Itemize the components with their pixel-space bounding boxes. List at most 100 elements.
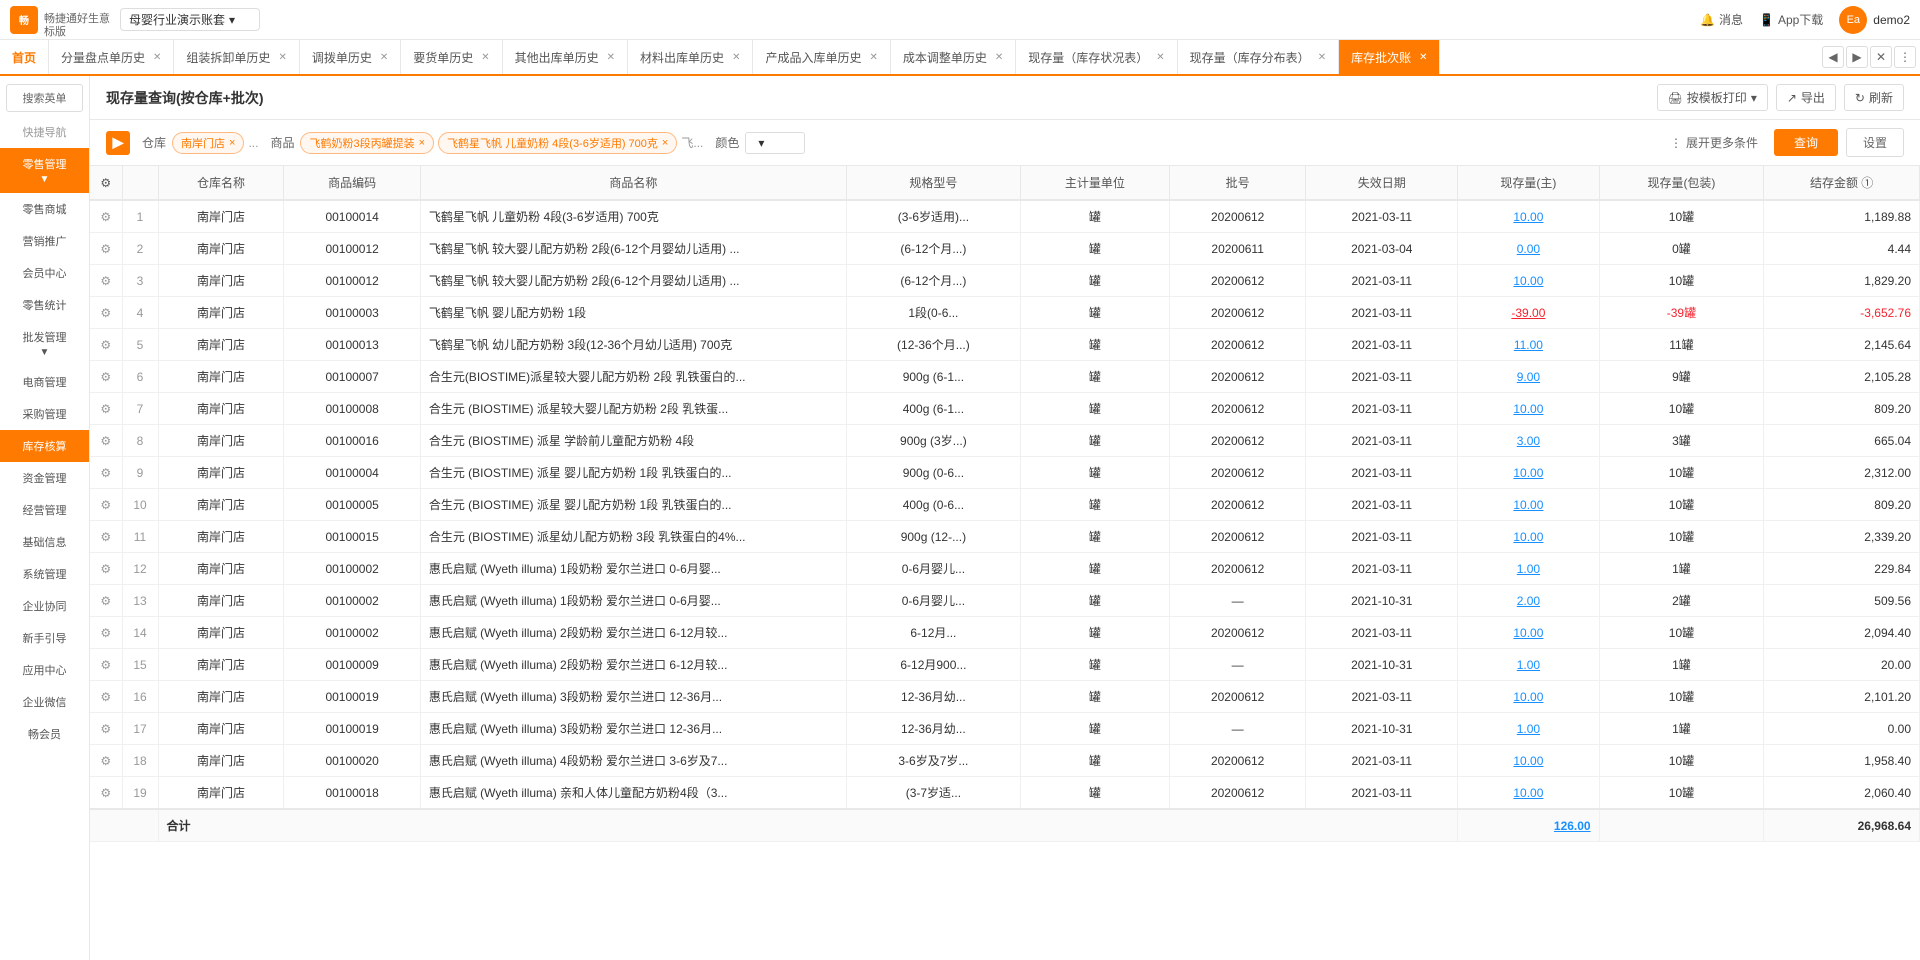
sidebar-item-collab[interactable]: 企业协同 <box>0 590 89 622</box>
td-settings[interactable]: ⚙ <box>90 521 122 553</box>
query-button[interactable]: 查询 <box>1774 129 1838 156</box>
th-settings[interactable]: ⚙ <box>90 166 122 200</box>
td-settings[interactable]: ⚙ <box>90 713 122 745</box>
sidebar-item-retail-mgmt[interactable]: 零售管理 ▼ <box>0 148 89 193</box>
settings-button[interactable]: 设置 <box>1846 128 1904 157</box>
tab-7[interactable]: 产成品入库单历史 ✕ <box>753 40 890 75</box>
sidebar-item-inventory[interactable]: 库存核算 <box>0 430 89 462</box>
sidebar-item-finance[interactable]: 资金管理 <box>0 462 89 494</box>
sidebar-item-wholesale[interactable]: 批发管理 ▼ <box>0 321 89 366</box>
td-stock-main[interactable]: 1.00 <box>1458 553 1599 585</box>
msg-button[interactable]: 🔔 消息 <box>1700 11 1743 28</box>
td-settings[interactable]: ⚙ <box>90 361 122 393</box>
close-icon[interactable]: ✕ <box>995 52 1003 63</box>
td-stock-main[interactable]: 10.00 <box>1458 777 1599 810</box>
sidebar-item-system[interactable]: 系统管理 <box>0 558 89 590</box>
refresh-button[interactable]: ↻ 刷新 <box>1844 84 1904 111</box>
sidebar-item-retail-stats[interactable]: 零售统计 <box>0 289 89 321</box>
sidebar-item-member2[interactable]: 畅会员 <box>0 718 89 750</box>
td-settings[interactable]: ⚙ <box>90 393 122 425</box>
tab-1[interactable]: 分量盘点单历史 ✕ <box>49 40 174 75</box>
tab-home[interactable]: 首页 <box>0 40 49 75</box>
close-icon[interactable]: ✕ <box>869 52 877 63</box>
product-tag-0[interactable]: 飞鹤奶粉3段丙罐提装 × <box>300 132 434 154</box>
td-stock-main[interactable]: 1.00 <box>1458 713 1599 745</box>
td-settings[interactable]: ⚙ <box>90 329 122 361</box>
filter-toggle-button[interactable]: ▶ <box>106 131 130 155</box>
more-dots[interactable]: ... <box>248 136 258 150</box>
nav-prev-arrow[interactable]: ◀ <box>1822 46 1844 68</box>
td-stock-main[interactable]: 2.00 <box>1458 585 1599 617</box>
td-settings[interactable]: ⚙ <box>90 233 122 265</box>
td-settings[interactable]: ⚙ <box>90 265 122 297</box>
td-stock-main[interactable]: 10.00 <box>1458 457 1599 489</box>
td-settings[interactable]: ⚙ <box>90 777 122 810</box>
td-settings[interactable]: ⚙ <box>90 553 122 585</box>
tab-11[interactable]: 库存批次账 ✕ <box>1339 40 1440 75</box>
td-stock-main[interactable]: 10.00 <box>1458 200 1599 233</box>
td-stock-main[interactable]: 3.00 <box>1458 425 1599 457</box>
td-stock-main[interactable]: 10.00 <box>1458 745 1599 777</box>
remove-product-tag-1[interactable]: × <box>662 137 668 149</box>
product-tag-1[interactable]: 飞鹤星飞帆 儿童奶粉 4段(3-6岁适用) 700克 × <box>438 132 677 154</box>
close-icon[interactable]: ✕ <box>607 52 615 63</box>
template-print-button[interactable]: 🖨 按模板打印 ▾ <box>1657 84 1768 111</box>
td-stock-main[interactable]: 10.00 <box>1458 393 1599 425</box>
close-icon[interactable]: ✕ <box>278 52 286 63</box>
close-icon[interactable]: ✕ <box>1419 52 1427 63</box>
td-stock-main[interactable]: 11.00 <box>1458 329 1599 361</box>
td-settings[interactable]: ⚙ <box>90 617 122 649</box>
color-select[interactable]: ▾ <box>745 132 805 154</box>
close-icon[interactable]: ✕ <box>153 52 161 63</box>
close-icon[interactable]: ✕ <box>732 52 740 63</box>
app-download-button[interactable]: 📱 App下载 <box>1759 11 1823 28</box>
td-settings[interactable]: ⚙ <box>90 745 122 777</box>
td-settings[interactable]: ⚙ <box>90 457 122 489</box>
td-settings[interactable]: ⚙ <box>90 489 122 521</box>
warehouse-tag[interactable]: 南岸门店 × <box>172 132 244 154</box>
remove-warehouse-tag[interactable]: × <box>229 137 235 149</box>
tab-3[interactable]: 调拨单历史 ✕ <box>300 40 401 75</box>
tab-9[interactable]: 现存量（库存状况表） ✕ <box>1016 40 1177 75</box>
remove-product-tag-0[interactable]: × <box>419 137 425 149</box>
export-button[interactable]: ↗ 导出 <box>1776 84 1836 111</box>
td-stock-main[interactable]: 9.00 <box>1458 361 1599 393</box>
td-settings[interactable]: ⚙ <box>90 681 122 713</box>
sidebar-item-apps[interactable]: 应用中心 <box>0 654 89 686</box>
td-stock-main[interactable]: -39.00 <box>1458 297 1599 329</box>
expand-conditions-button[interactable]: ⋮ 展开更多条件 <box>1662 130 1766 155</box>
td-stock-main[interactable]: 0.00 <box>1458 233 1599 265</box>
td-stock-main[interactable]: 10.00 <box>1458 681 1599 713</box>
sidebar-item-wechat[interactable]: 企业微信 <box>0 686 89 718</box>
user-area[interactable]: Ea demo2 <box>1839 6 1910 34</box>
tab-selector[interactable]: 母婴行业演示账套 ▾ <box>120 8 260 31</box>
tab-2[interactable]: 组装拆卸单历史 ✕ <box>174 40 299 75</box>
sidebar-item-purchase[interactable]: 采购管理 <box>0 398 89 430</box>
close-icon[interactable]: ✕ <box>481 52 489 63</box>
search-button[interactable]: 搜索英单 <box>6 84 83 112</box>
sidebar-item-guide[interactable]: 新手引导 <box>0 622 89 654</box>
td-settings[interactable]: ⚙ <box>90 585 122 617</box>
close-icon[interactable]: ✕ <box>380 52 388 63</box>
tab-4[interactable]: 要货单历史 ✕ <box>401 40 502 75</box>
td-stock-main[interactable]: 10.00 <box>1458 489 1599 521</box>
tab-10[interactable]: 现存量（库存分布表） ✕ <box>1178 40 1339 75</box>
nav-next-arrow[interactable]: ▶ <box>1846 46 1868 68</box>
td-stock-main[interactable]: 10.00 <box>1458 521 1599 553</box>
sidebar-item-operations[interactable]: 经营管理 <box>0 494 89 526</box>
sidebar-item-member[interactable]: 会员中心 <box>0 257 89 289</box>
footer-stock-main[interactable]: 126.00 <box>1458 809 1599 842</box>
td-settings[interactable]: ⚙ <box>90 425 122 457</box>
sidebar-item-ecom[interactable]: 电商管理 <box>0 366 89 398</box>
td-settings[interactable]: ⚙ <box>90 649 122 681</box>
nav-menu-arrow[interactable]: ⋮ <box>1894 46 1916 68</box>
close-icon[interactable]: ✕ <box>1318 52 1326 63</box>
td-settings[interactable]: ⚙ <box>90 200 122 233</box>
sidebar-item-marketing[interactable]: 营销推广 <box>0 225 89 257</box>
td-stock-main[interactable]: 1.00 <box>1458 649 1599 681</box>
nav-close-arrow[interactable]: ✕ <box>1870 46 1892 68</box>
sidebar-item-retail-mall[interactable]: 零售商城 <box>0 193 89 225</box>
tab-8[interactable]: 成本调整单历史 ✕ <box>891 40 1016 75</box>
close-icon[interactable]: ✕ <box>1156 52 1164 63</box>
sidebar-item-basics[interactable]: 基础信息 <box>0 526 89 558</box>
